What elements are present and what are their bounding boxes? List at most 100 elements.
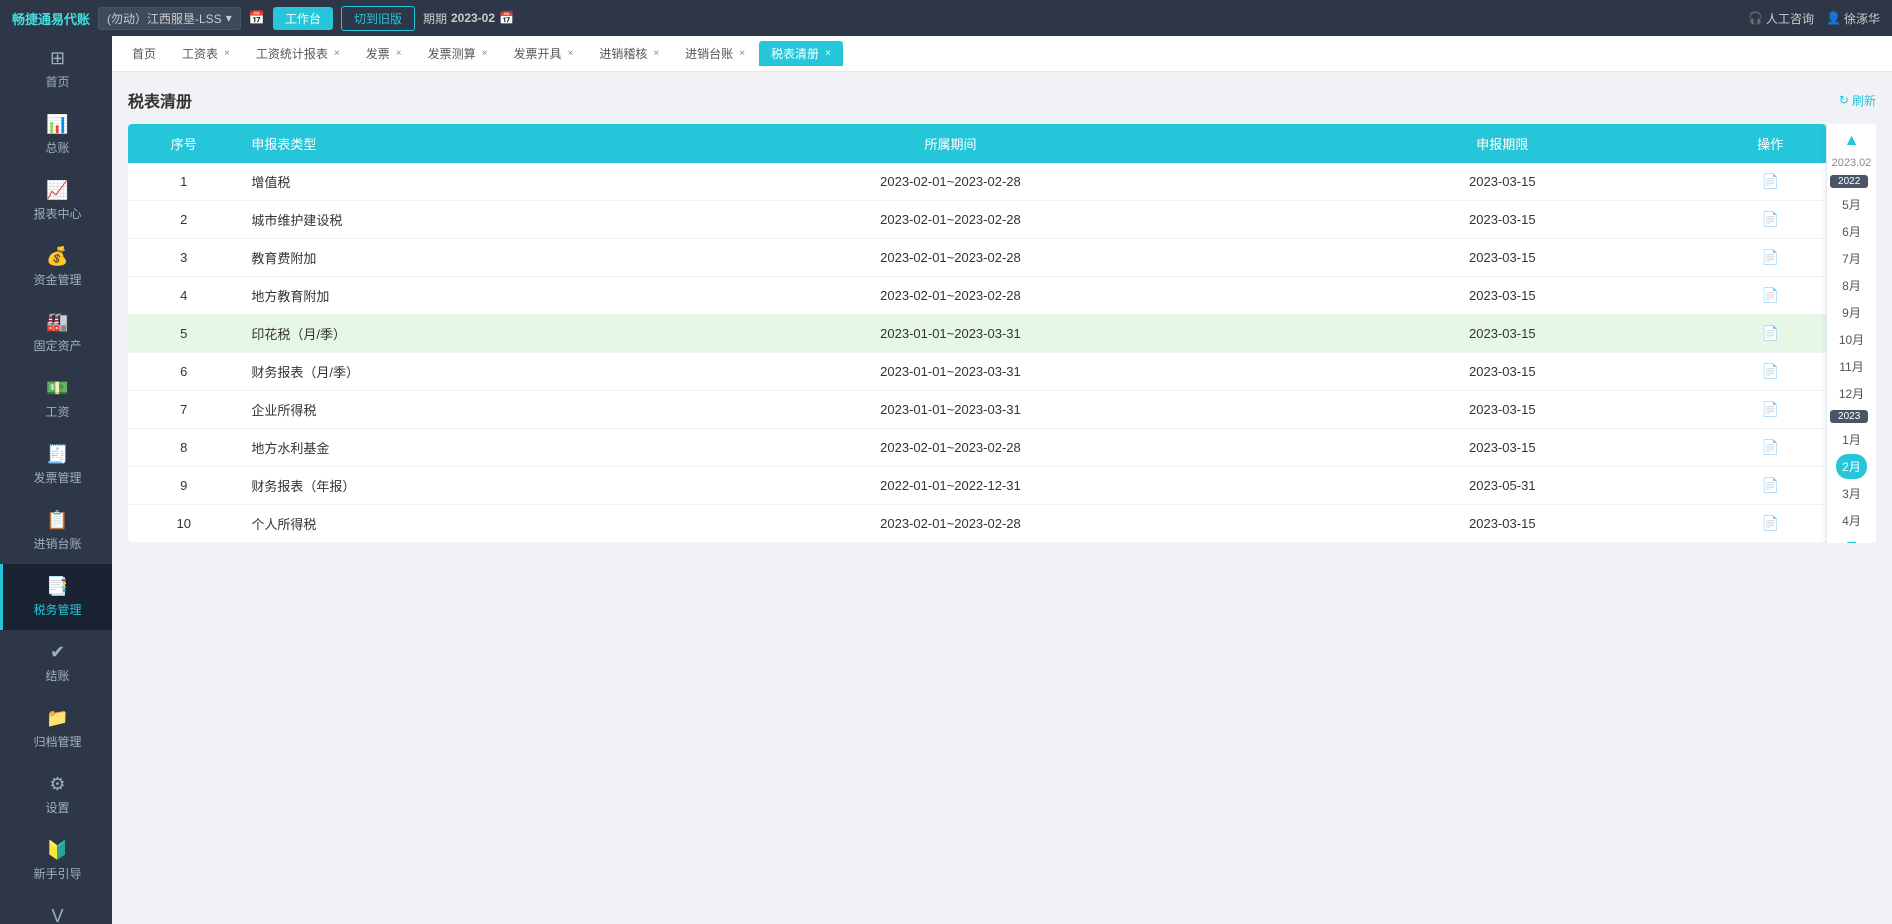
cell-action: 📄 bbox=[1715, 505, 1826, 543]
sidebar-item-report[interactable]: 📈报表中心 bbox=[0, 168, 112, 234]
tab-close-invoice[interactable]: × bbox=[396, 48, 402, 59]
cell-deadline: 2023-03-15 bbox=[1290, 201, 1715, 239]
assets-icon: 🏭 bbox=[46, 312, 68, 333]
tax-table: 序号 申报表类型 所属期间 申报期限 操作 1 增值税 2023-02-01~2… bbox=[128, 124, 1826, 543]
cal-month-2022-10月[interactable]: 10月 bbox=[1830, 326, 1873, 353]
tab-close-purchase_check[interactable]: × bbox=[653, 48, 659, 59]
tab-close-salary_report[interactable]: × bbox=[334, 48, 340, 59]
company-selector[interactable]: (勿动）江西服垦-LSS ▾ bbox=[98, 7, 241, 30]
action-icon-9[interactable]: 📄 bbox=[1762, 477, 1779, 493]
cal-month-2022-6月[interactable]: 6月 bbox=[1830, 218, 1873, 245]
cal-month-2022-5月[interactable]: 5月 bbox=[1830, 191, 1873, 218]
sidebar-item-home[interactable]: ⊞首页 bbox=[0, 36, 112, 102]
cell-deadline: 2023-03-15 bbox=[1290, 391, 1715, 429]
cell-period: 2023-02-01~2023-02-28 bbox=[611, 163, 1290, 201]
sidebar-label-home: 首页 bbox=[45, 73, 69, 90]
period-calendar-icon[interactable]: 📅 bbox=[499, 11, 514, 25]
cell-type: 印花税（月/季） bbox=[239, 315, 610, 353]
tab-tax_register[interactable]: 税表清册 × bbox=[759, 41, 843, 66]
headset-icon: 🎧 bbox=[1748, 11, 1763, 25]
human-service-btn[interactable]: 🎧 人工咨询 bbox=[1748, 10, 1814, 27]
tab-purchase_ledger[interactable]: 进销台账× bbox=[673, 41, 757, 66]
cal-month-2023-3月[interactable]: 3月 bbox=[1830, 480, 1873, 507]
cal-month-2022-12月[interactable]: 12月 bbox=[1830, 380, 1873, 407]
cell-type: 地方水利基金 bbox=[239, 429, 610, 467]
cell-no: 6 bbox=[128, 353, 239, 391]
cal-month-2022-7月[interactable]: 7月 bbox=[1830, 245, 1873, 272]
switch-btn[interactable]: 切到旧版 bbox=[341, 6, 415, 31]
cell-type: 增值税 bbox=[239, 163, 610, 201]
cell-period: 2022-01-01~2022-12-31 bbox=[611, 467, 1290, 505]
cell-no: 8 bbox=[128, 429, 239, 467]
top-bar: 畅捷通易代账 (勿动）江西服垦-LSS ▾ 📅 工作台 切到旧版 期期 2023… bbox=[0, 0, 1892, 36]
tab-close-invoice_calc[interactable]: × bbox=[482, 48, 488, 59]
cell-action: 📄 bbox=[1715, 201, 1826, 239]
action-icon-1[interactable]: 📄 bbox=[1762, 173, 1779, 189]
tab-close-invoice_open[interactable]: × bbox=[567, 48, 573, 59]
sidebar-item-purchase[interactable]: 📋进销台账 bbox=[0, 498, 112, 564]
tab-close-tax_register[interactable]: × bbox=[825, 48, 831, 59]
cell-deadline: 2023-05-31 bbox=[1290, 467, 1715, 505]
action-icon-2[interactable]: 📄 bbox=[1762, 211, 1779, 227]
col-header-action: 操作 bbox=[1715, 124, 1826, 163]
tab-label-salary_table: 工资表 bbox=[182, 45, 218, 62]
tab-invoice[interactable]: 发票× bbox=[354, 41, 414, 66]
cal-month-2023-2月[interactable]: 2月 bbox=[1836, 454, 1867, 479]
sidebar-item-tax[interactable]: 📑税务管理 bbox=[0, 564, 112, 630]
sidebar-label-settings: 设置 bbox=[45, 799, 69, 816]
tab-invoice_open[interactable]: 发票开具× bbox=[501, 41, 585, 66]
sidebar-label-invoice: 发票管理 bbox=[33, 469, 81, 486]
member-icon: V bbox=[51, 906, 63, 924]
cell-action: 📄 bbox=[1715, 315, 1826, 353]
action-icon-10[interactable]: 📄 bbox=[1762, 515, 1779, 531]
tab-invoice_calc[interactable]: 发票测算× bbox=[416, 41, 500, 66]
cell-deadline: 2023-03-15 bbox=[1290, 163, 1715, 201]
action-icon-3[interactable]: 📄 bbox=[1762, 249, 1779, 265]
workspace-button[interactable]: 工作台 bbox=[273, 7, 333, 30]
table-row: 9 财务报表（年报） 2022-01-01~2022-12-31 2023-05… bbox=[128, 467, 1826, 505]
invoice-icon: 🧾 bbox=[46, 444, 68, 465]
cal-month-2022-11月[interactable]: 11月 bbox=[1830, 353, 1873, 380]
calendar-icon[interactable]: 📅 bbox=[249, 10, 265, 26]
tab-close-salary_table[interactable]: × bbox=[224, 48, 230, 59]
sidebar-item-ledger[interactable]: 📊总账 bbox=[0, 102, 112, 168]
sidebar-item-guide[interactable]: 🔰新手引导 bbox=[0, 828, 112, 894]
sidebar-item-assets[interactable]: 🏭固定资产 bbox=[0, 300, 112, 366]
sidebar-item-fund[interactable]: 💰资金管理 bbox=[0, 234, 112, 300]
action-icon-7[interactable]: 📄 bbox=[1762, 401, 1779, 417]
refresh-button[interactable]: ↻ 刷新 bbox=[1839, 92, 1876, 109]
guide-icon: 🔰 bbox=[46, 840, 68, 861]
user-menu[interactable]: 👤 徐涿华 bbox=[1826, 10, 1880, 27]
sidebar-label-fund: 资金管理 bbox=[33, 271, 81, 288]
action-icon-6[interactable]: 📄 bbox=[1762, 363, 1779, 379]
action-icon-5[interactable]: 📄 bbox=[1762, 325, 1779, 341]
table-area: 序号 申报表类型 所属期间 申报期限 操作 1 增值税 2023-02-01~2… bbox=[128, 124, 1826, 543]
cal-month-2023-4月[interactable]: 4月 bbox=[1830, 507, 1873, 534]
cal-nav-down[interactable]: ▼ bbox=[1840, 534, 1864, 543]
sidebar-item-salary[interactable]: 💵工资 bbox=[0, 366, 112, 432]
cal-nav-up[interactable]: ▲ bbox=[1840, 128, 1864, 154]
cal-month-2022-9月[interactable]: 9月 bbox=[1830, 299, 1873, 326]
tab-salary_table[interactable]: 工资表 × bbox=[170, 41, 242, 66]
tab-home[interactable]: 首页 bbox=[120, 41, 168, 66]
sidebar-item-settings[interactable]: ⚙设置 bbox=[0, 762, 112, 828]
tab-purchase_check[interactable]: 进销稽核× bbox=[587, 41, 671, 66]
action-icon-8[interactable]: 📄 bbox=[1762, 439, 1779, 455]
tab-label-tax_register: 税表清册 bbox=[771, 45, 819, 62]
cal-header: 2023.02 bbox=[1832, 154, 1872, 172]
action-icon-4[interactable]: 📄 bbox=[1762, 287, 1779, 303]
tab-close-purchase_ledger[interactable]: × bbox=[739, 48, 745, 59]
cell-action: 📄 bbox=[1715, 391, 1826, 429]
cell-no: 1 bbox=[128, 163, 239, 201]
sidebar-item-settlement[interactable]: ✔结账 bbox=[0, 630, 112, 696]
sidebar-label-report: 报表中心 bbox=[33, 205, 81, 222]
tab-salary_report[interactable]: 工资统计报表× bbox=[244, 41, 352, 66]
cal-month-2022-8月[interactable]: 8月 bbox=[1830, 272, 1873, 299]
sidebar-item-invoice[interactable]: 🧾 发票管理 bbox=[0, 432, 112, 498]
sidebar-item-archive[interactable]: 📁归档管理 bbox=[0, 696, 112, 762]
user-icon: 👤 bbox=[1826, 11, 1841, 25]
cal-month-2023-1月[interactable]: 1月 bbox=[1830, 426, 1873, 453]
sidebar-item-member[interactable]: V畅会员 bbox=[0, 894, 112, 924]
sidebar-label-archive: 归档管理 bbox=[33, 733, 81, 750]
cell-action: 📄 bbox=[1715, 467, 1826, 505]
